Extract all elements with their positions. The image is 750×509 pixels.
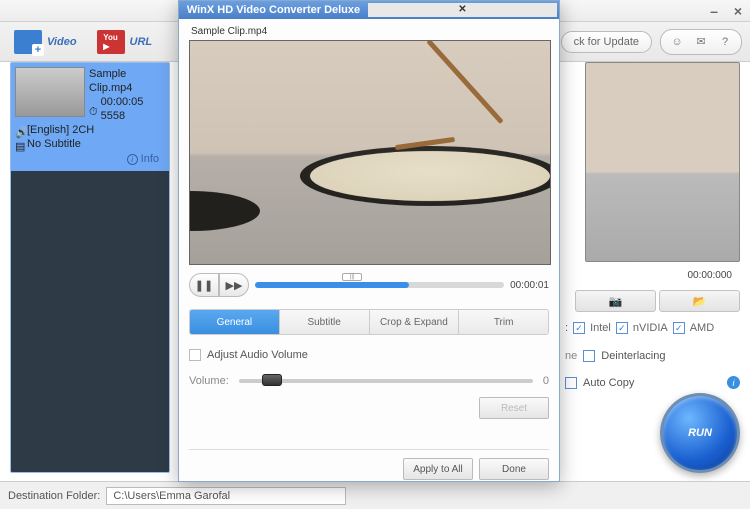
reset-button[interactable]: Reset xyxy=(479,397,549,419)
folder-icon: 📂 xyxy=(693,295,707,308)
range-handle[interactable]: ||| xyxy=(342,273,362,281)
preview-time: 00:00:000 xyxy=(688,270,733,281)
adjust-volume-row: ✓ Adjust Audio Volume xyxy=(189,349,549,361)
help-icon[interactable]: ? xyxy=(715,32,735,52)
tab-trim[interactable]: Trim xyxy=(458,310,548,334)
user-icon[interactable]: ☺ xyxy=(667,32,687,52)
popup-close-button[interactable]: ✕ xyxy=(368,3,557,17)
video-plus-icon xyxy=(14,30,42,54)
tab-crop-expand[interactable]: Crop & Expand xyxy=(369,310,459,334)
playback-row: ❚❚ ▶▶ ||| 00:00:01 xyxy=(189,273,549,297)
video-label: Video xyxy=(47,36,77,48)
add-url-button[interactable]: You▶ URL xyxy=(91,26,159,58)
youtube-icon: You▶ xyxy=(97,30,125,54)
nvidia-checkbox[interactable]: ✓ xyxy=(616,322,628,334)
volume-value: 0 xyxy=(543,375,549,387)
pause-button[interactable]: ❚❚ xyxy=(189,273,219,297)
playback-time: 00:00:01 xyxy=(510,280,549,291)
edit-tabs: General Subtitle Crop & Expand Trim xyxy=(189,309,549,335)
autocopy-row: ✓ Auto Copy i xyxy=(565,376,740,389)
clock-icon: ⏱ xyxy=(89,105,98,114)
edit-popup: WinX HD Video Converter Deluxe ✕ Sample … xyxy=(178,0,560,482)
amd-checkbox[interactable]: ✓ xyxy=(673,322,685,334)
info-icon[interactable]: i xyxy=(727,376,740,389)
hw-accel-row: : ✓Intel ✓nVIDIA ✓AMD xyxy=(565,322,740,334)
preview-thumbnail xyxy=(585,62,740,262)
dest-folder-label: Destination Folder: xyxy=(8,490,100,502)
pause-icon: ❚❚ xyxy=(195,279,213,292)
camera-icon: 📷 xyxy=(609,295,623,308)
add-video-button[interactable]: Video xyxy=(8,26,83,58)
seek-bar[interactable]: ||| xyxy=(255,282,504,288)
fast-forward-icon: ▶▶ xyxy=(226,279,243,292)
done-button[interactable]: Done xyxy=(479,458,549,480)
open-folder-button[interactable]: 📂 xyxy=(659,290,740,312)
subtitle-icon: ▤ xyxy=(15,140,24,149)
apply-all-button[interactable]: Apply to All xyxy=(403,458,473,480)
volume-row: Volume: 0 xyxy=(189,375,549,387)
video-preview xyxy=(189,40,551,265)
deinterlacing-checkbox[interactable]: ✓ xyxy=(583,350,595,362)
clip-filename: Sample Clip.mp4 xyxy=(89,67,165,95)
snapshot-button[interactable]: 📷 xyxy=(575,290,656,312)
tab-subtitle[interactable]: Subtitle xyxy=(279,310,369,334)
volume-slider[interactable] xyxy=(239,379,533,383)
popup-titlebar: WinX HD Video Converter Deluxe ✕ xyxy=(179,1,559,19)
fast-forward-button[interactable]: ▶▶ xyxy=(219,273,249,297)
popup-filename: Sample Clip.mp4 xyxy=(189,23,549,40)
volume-knob[interactable] xyxy=(262,374,282,386)
clip-list-panel: Sample Clip.mp4 ⏱00:00:05 5558 🔊[English… xyxy=(10,62,170,473)
mail-icon[interactable]: ✉ xyxy=(691,32,711,52)
clip-info-button[interactable]: iInfo xyxy=(15,151,165,167)
run-button[interactable]: RUN xyxy=(660,393,740,473)
popup-title: WinX HD Video Converter Deluxe xyxy=(179,4,368,16)
check-update-button[interactable]: ck for Update xyxy=(561,31,652,53)
url-label: URL xyxy=(130,36,153,48)
audio-icon: 🔊 xyxy=(15,126,24,135)
volume-label: Volume: xyxy=(189,375,229,387)
tab-general[interactable]: General xyxy=(190,310,279,334)
clip-item[interactable]: Sample Clip.mp4 ⏱00:00:05 5558 🔊[English… xyxy=(11,63,169,171)
minimize-button[interactable]: – xyxy=(702,0,726,22)
adjust-volume-checkbox[interactable]: ✓ xyxy=(189,349,201,361)
preview-action-tabs: 📷 📂 xyxy=(575,290,740,312)
intel-checkbox[interactable]: ✓ xyxy=(573,322,585,334)
clip-thumbnail xyxy=(15,67,85,117)
autocopy-checkbox[interactable]: ✓ xyxy=(565,377,577,389)
close-button[interactable]: × xyxy=(726,0,750,22)
deinterlacing-row: ne ✓ Deinterlacing xyxy=(565,350,740,362)
